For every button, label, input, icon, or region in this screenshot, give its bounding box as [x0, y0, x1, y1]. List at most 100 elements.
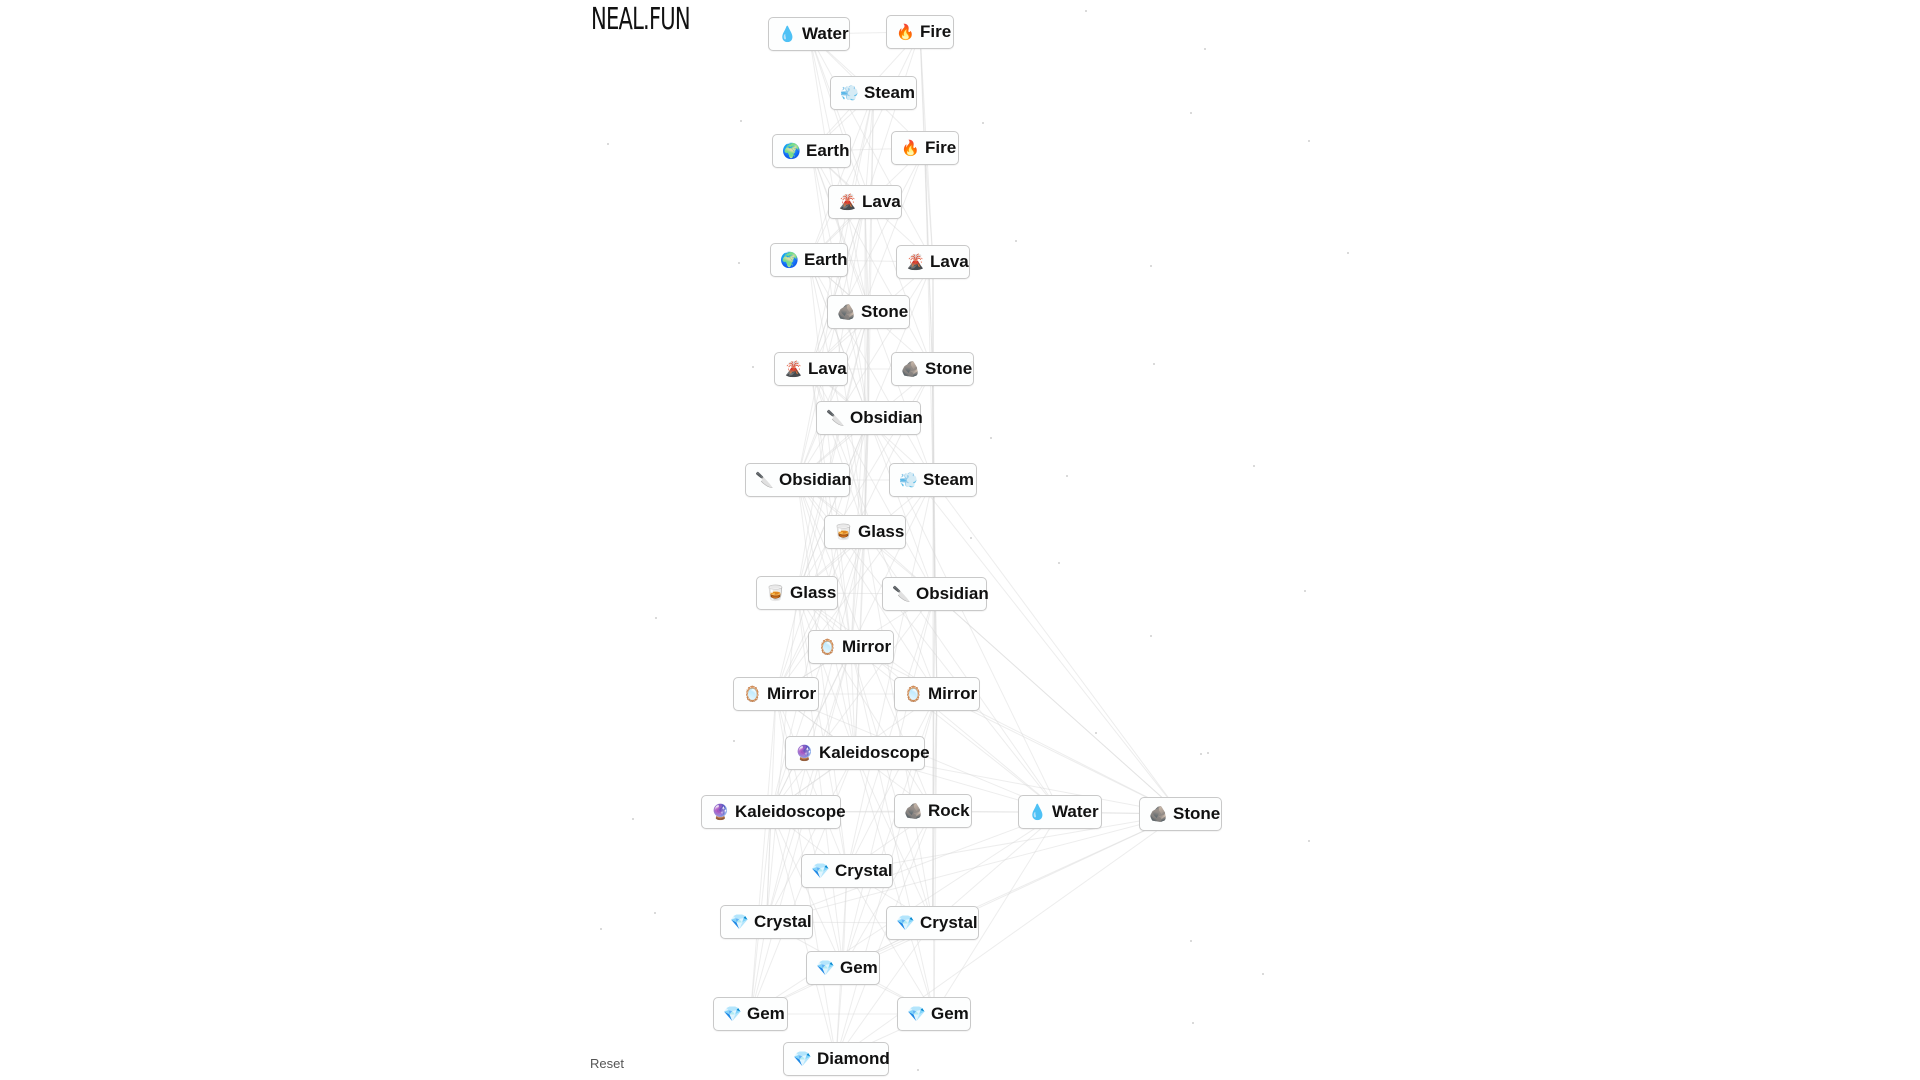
element-tile-obsidian[interactable]: 🔪 Obsidian: [882, 577, 989, 611]
mirror-icon: 🪞: [818, 639, 837, 656]
element-tile-fire[interactable]: 🔥 Fire: [891, 131, 959, 165]
reset-button[interactable]: Reset: [590, 1056, 624, 1071]
background-dot: [1190, 940, 1192, 942]
background-dot: [1304, 590, 1306, 592]
element-label: Diamond: [817, 1049, 890, 1068]
element-tile-lava[interactable]: 🌋 Lava: [896, 245, 970, 279]
element-label: Fire: [925, 138, 957, 157]
element-label: Steam: [923, 470, 975, 489]
element-label: Gem: [747, 1004, 785, 1023]
element-tile-glass[interactable]: 🥃 Glass: [824, 515, 906, 549]
water-drop-icon: 💧: [1028, 804, 1047, 821]
background-dot: [1308, 140, 1310, 142]
element-tile-fire[interactable]: 🔥 Fire: [886, 15, 954, 49]
background-dot: [607, 143, 609, 145]
element-label: Lava: [862, 192, 901, 211]
background-dot: [733, 740, 735, 742]
volcano-icon: 🌋: [784, 361, 803, 378]
element-tile-earth[interactable]: 🌍 Earth: [772, 134, 851, 168]
background-dot: [917, 1069, 919, 1071]
background-dot: [600, 928, 602, 930]
rock-icon: 🪨: [901, 361, 920, 378]
element-label: Kaleidoscope: [735, 802, 846, 821]
element-label: Lava: [808, 359, 847, 378]
background-dot: [1262, 973, 1264, 975]
element-label: Glass: [858, 522, 905, 541]
element-label: Gem: [840, 958, 878, 977]
connection-line: [932, 479, 1181, 815]
element-tile-earth[interactable]: 🌍 Earth: [770, 243, 848, 277]
background-dot: [1095, 732, 1097, 734]
background-dot: [1058, 562, 1060, 564]
element-tile-obsidian[interactable]: 🔪 Obsidian: [816, 401, 923, 435]
element-label: Water: [802, 24, 849, 43]
volcano-icon: 🌋: [906, 254, 925, 271]
background-dot: [654, 912, 656, 914]
element-tile-lava[interactable]: 🌋 Lava: [774, 352, 848, 386]
background-dot: [1190, 112, 1192, 114]
element-tile-mirror[interactable]: 🪞 Mirror: [894, 677, 980, 711]
background-dot: [1192, 1022, 1194, 1024]
element-tile-stone[interactable]: 🪨 Stone: [891, 352, 974, 386]
mirror-icon: 🪞: [904, 686, 923, 703]
rock-icon: 🪨: [1149, 806, 1168, 823]
gem-icon: 💎: [816, 960, 835, 977]
element-label: Stone: [1173, 804, 1221, 823]
rock-icon: 🪨: [904, 803, 923, 820]
element-tile-stone[interactable]: 🪨 Stone: [1139, 797, 1222, 831]
knife-icon: 🔪: [892, 586, 911, 603]
background-dot: [1150, 265, 1152, 267]
element-tile-mirror[interactable]: 🪞 Mirror: [808, 630, 894, 664]
earth-globe-icon: 🌍: [782, 143, 801, 160]
element-tile-diamond[interactable]: 💎 Diamond: [783, 1042, 890, 1076]
fire-icon: 🔥: [896, 24, 915, 41]
crystal-ball-icon: 🔮: [711, 804, 730, 821]
element-label: Obsidian: [779, 470, 852, 489]
gem-icon: 💎: [811, 863, 830, 880]
element-label: Stone: [861, 302, 909, 321]
volcano-icon: 🌋: [838, 194, 857, 211]
element-tile-stone[interactable]: 🪨 Stone: [827, 295, 910, 329]
fire-icon: 🔥: [901, 140, 920, 157]
site-logo[interactable]: NEAL.FUN: [591, 2, 691, 37]
element-tile-rock[interactable]: 🪨 Rock: [894, 794, 972, 828]
element-tile-crystal[interactable]: 💎 Crystal: [720, 905, 813, 939]
element-tile-kaleidoscope[interactable]: 🔮 Kaleidoscope: [701, 795, 846, 829]
background-dot: [1200, 753, 1202, 755]
gem-icon: 💎: [730, 914, 749, 931]
element-label: Crystal: [754, 912, 812, 931]
element-tile-glass[interactable]: 🥃 Glass: [756, 576, 838, 610]
element-label: Obsidian: [850, 408, 923, 427]
element-tile-water[interactable]: 💧 Water: [1018, 795, 1102, 829]
element-tile-gem[interactable]: 💎 Gem: [897, 997, 971, 1031]
knife-icon: 🔪: [826, 410, 845, 427]
element-tile-gem[interactable]: 💎 Gem: [806, 951, 880, 985]
element-label: Stone: [925, 359, 973, 378]
element-label: Obsidian: [916, 584, 989, 603]
connection-line: [835, 922, 933, 1060]
element-label: Earth: [804, 250, 848, 269]
gem-icon: 💎: [896, 915, 915, 932]
steam-icon: 💨: [840, 85, 859, 102]
element-tile-crystal[interactable]: 💎 Crystal: [886, 906, 979, 940]
glass-icon: 🥃: [834, 524, 853, 541]
element-tile-mirror[interactable]: 🪞 Mirror: [733, 677, 819, 711]
element-tile-crystal[interactable]: 💎 Crystal: [801, 854, 893, 888]
background-dot: [632, 818, 634, 820]
element-tile-kaleidoscope[interactable]: 🔮 Kaleidoscope: [785, 736, 930, 770]
element-tile-steam[interactable]: 💨 Steam: [889, 463, 977, 497]
crystal-ball-icon: 🔮: [795, 745, 814, 762]
element-tile-obsidian[interactable]: 🔪 Obsidian: [745, 463, 852, 497]
element-tile-steam[interactable]: 💨 Steam: [830, 76, 917, 110]
background-dot: [1066, 475, 1068, 477]
background-dot: [1085, 10, 1087, 12]
knife-icon: 🔪: [755, 472, 774, 489]
element-tile-water[interactable]: 💧 Water: [768, 17, 850, 51]
background-dot: [1150, 635, 1152, 637]
water-drop-icon: 💧: [778, 26, 797, 43]
element-label: Mirror: [842, 637, 892, 656]
element-tile-gem[interactable]: 💎 Gem: [713, 997, 788, 1031]
background-dot: [990, 437, 992, 439]
element-tile-lava[interactable]: 🌋 Lava: [828, 185, 902, 219]
connection-line: [846, 693, 938, 872]
